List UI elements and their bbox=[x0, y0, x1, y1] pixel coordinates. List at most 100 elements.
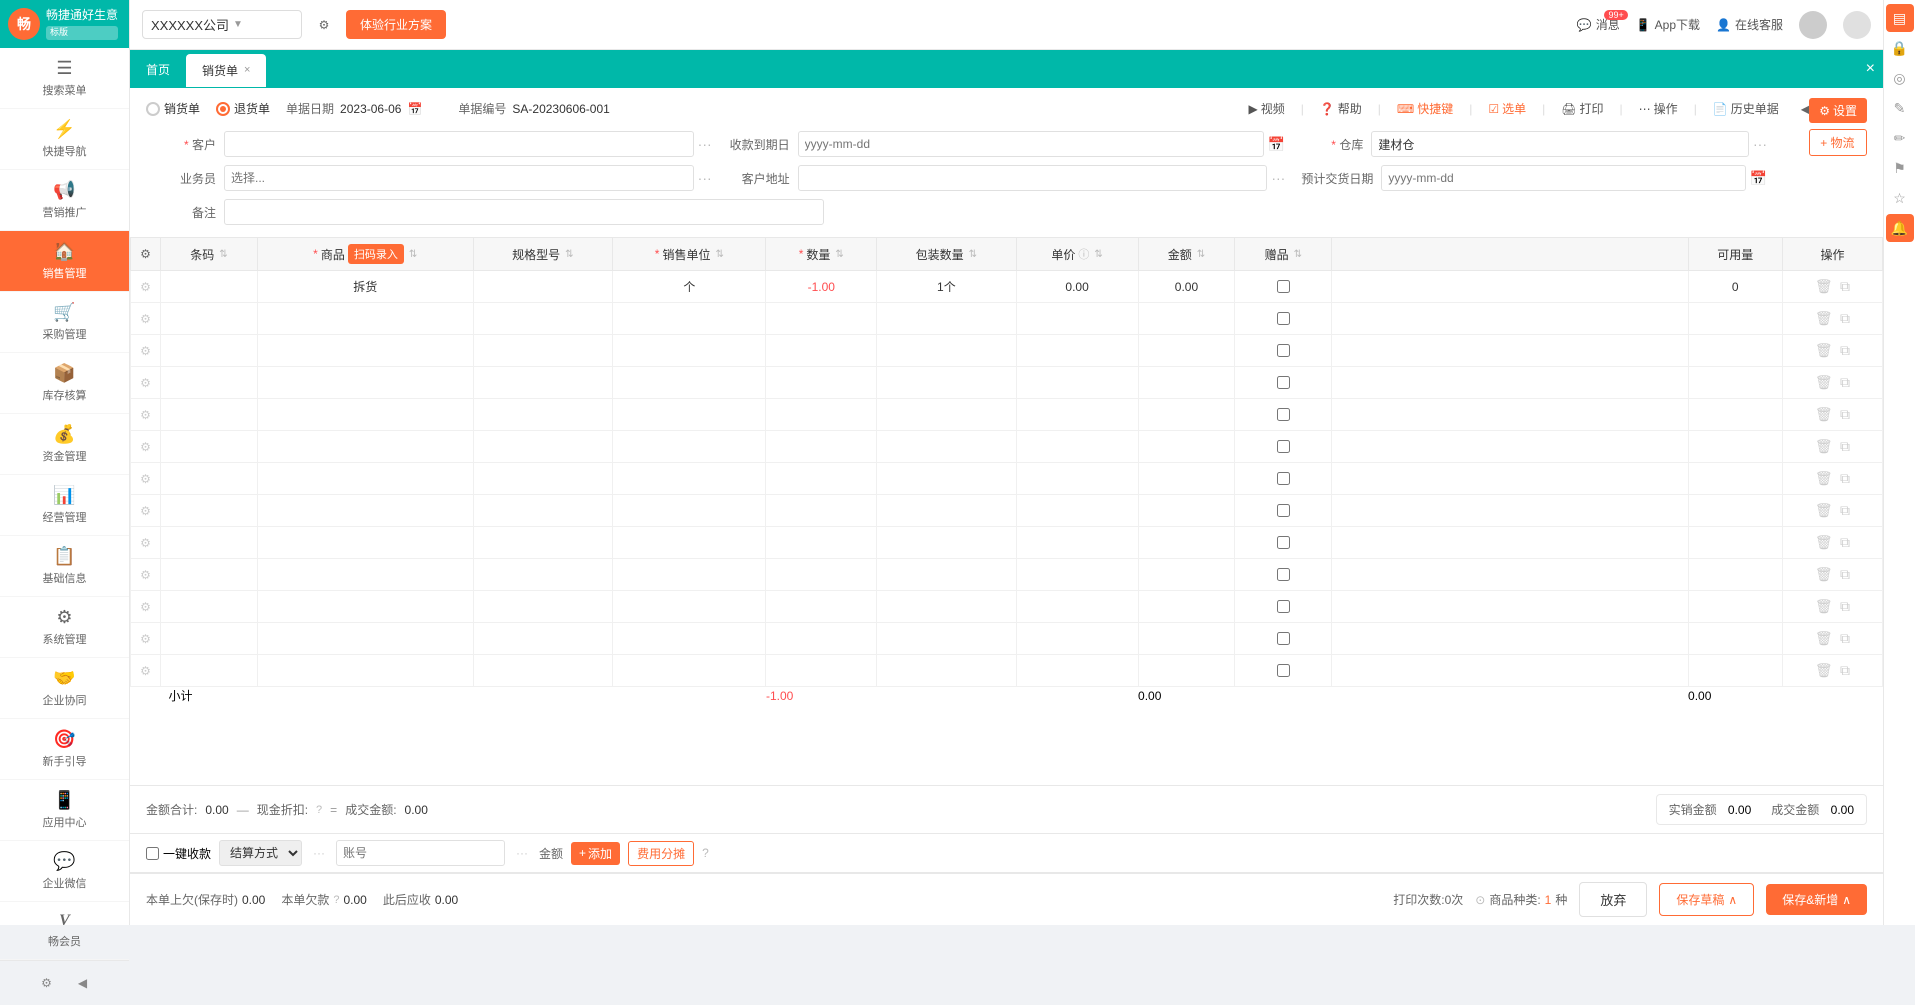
sidebar-settings-icon[interactable]: ⚙ bbox=[33, 969, 61, 997]
row-pack-qty[interactable] bbox=[877, 335, 1017, 367]
product-type-icon[interactable]: ⊙ bbox=[1475, 893, 1485, 907]
row-spec[interactable] bbox=[473, 527, 613, 559]
row-gift[interactable] bbox=[1235, 335, 1332, 367]
row-qty[interactable] bbox=[766, 527, 877, 559]
row-gift[interactable] bbox=[1235, 623, 1332, 655]
row-copy-icon[interactable]: ⧉ bbox=[1840, 438, 1850, 454]
row-unit[interactable] bbox=[613, 335, 766, 367]
row-copy-icon[interactable]: ⧉ bbox=[1840, 374, 1850, 390]
account-dots-icon[interactable]: ··· bbox=[513, 846, 531, 860]
row-gift[interactable] bbox=[1235, 399, 1332, 431]
account-input[interactable] bbox=[336, 840, 505, 866]
row-gift-checkbox[interactable] bbox=[1277, 504, 1290, 517]
payment-help-icon[interactable]: ? bbox=[702, 846, 709, 860]
add-payment-button[interactable]: + 添加 bbox=[571, 842, 620, 865]
row-product[interactable] bbox=[257, 527, 473, 559]
row-product[interactable] bbox=[257, 303, 473, 335]
radio-return[interactable]: 退货单 bbox=[216, 100, 270, 117]
row-settings-icon[interactable]: ⚙ bbox=[140, 312, 151, 326]
sidebar-item-quick-nav[interactable]: ⚡ 快捷导航 bbox=[0, 109, 129, 170]
row-barcode[interactable] bbox=[161, 623, 258, 655]
cash-discount-help-icon[interactable]: ? bbox=[316, 804, 322, 816]
row-spec[interactable] bbox=[473, 623, 613, 655]
row-pack-qty[interactable] bbox=[877, 495, 1017, 527]
row-gift[interactable] bbox=[1235, 655, 1332, 687]
row-unit-price[interactable] bbox=[1016, 655, 1138, 687]
row-product[interactable] bbox=[257, 559, 473, 591]
row-delete-icon[interactable]: 🗑 bbox=[1815, 278, 1833, 294]
row-settings-icon[interactable]: ⚙ bbox=[140, 344, 151, 358]
row-unit[interactable] bbox=[613, 399, 766, 431]
row-amount[interactable] bbox=[1138, 623, 1235, 655]
row-settings-icon[interactable]: ⚙ bbox=[140, 664, 151, 678]
right-panel-item-6[interactable]: ⚑ bbox=[1886, 154, 1914, 182]
row-gift[interactable] bbox=[1235, 303, 1332, 335]
tab-close-icon[interactable]: × bbox=[244, 64, 250, 76]
customer-addr-dots-icon[interactable]: ··· bbox=[1271, 170, 1285, 186]
sidebar-item-purchase[interactable]: 🛒 采购管理 bbox=[0, 292, 129, 353]
row-unit[interactable] bbox=[613, 655, 766, 687]
row-unit-price[interactable] bbox=[1016, 495, 1138, 527]
toolbar-select[interactable]: ☑ 选单 bbox=[1482, 98, 1532, 119]
row-gift-checkbox[interactable] bbox=[1277, 632, 1290, 645]
row-qty[interactable] bbox=[766, 303, 877, 335]
row-qty[interactable] bbox=[766, 655, 877, 687]
right-panel-item-7[interactable]: ☆ bbox=[1886, 184, 1914, 212]
app-download-button[interactable]: 📱 App下载 bbox=[1636, 16, 1700, 33]
tab-home[interactable]: 首页 bbox=[130, 53, 186, 86]
row-qty[interactable] bbox=[766, 431, 877, 463]
row-delete-icon[interactable]: 🗑 bbox=[1815, 534, 1833, 550]
right-panel-item-5[interactable]: ✏ bbox=[1886, 124, 1914, 152]
price-info-icon[interactable]: ⓘ bbox=[1078, 246, 1089, 262]
unit-sort-icon[interactable]: ⇅ bbox=[715, 249, 723, 260]
row-amount[interactable] bbox=[1138, 559, 1235, 591]
row-delete-icon[interactable]: 🗑 bbox=[1815, 598, 1833, 614]
expense-split-button[interactable]: 费用分摊 bbox=[628, 841, 694, 866]
row-gift-checkbox[interactable] bbox=[1277, 312, 1290, 325]
sidebar-item-app-center[interactable]: 📱 应用中心 bbox=[0, 780, 129, 841]
th-gear[interactable]: ⚙ bbox=[131, 238, 161, 271]
row-product[interactable] bbox=[257, 655, 473, 687]
row-unit[interactable]: 个 bbox=[613, 271, 766, 303]
row-gift-checkbox[interactable] bbox=[1277, 280, 1290, 293]
row-product[interactable] bbox=[257, 431, 473, 463]
customer-addr-input[interactable] bbox=[798, 165, 1268, 191]
row-gift[interactable] bbox=[1235, 495, 1332, 527]
sidebar-item-enterprise[interactable]: 🤝 企业协同 bbox=[0, 658, 129, 719]
online-service-button[interactable]: 👤 在线客服 bbox=[1716, 16, 1783, 33]
row-spec[interactable] bbox=[473, 271, 613, 303]
row-delete-icon[interactable]: 🗑 bbox=[1815, 374, 1833, 390]
row-unit[interactable] bbox=[613, 591, 766, 623]
row-delete-icon[interactable]: 🗑 bbox=[1815, 406, 1833, 422]
row-pack-qty[interactable] bbox=[877, 655, 1017, 687]
warehouse-input[interactable] bbox=[1371, 131, 1749, 157]
company-selector[interactable]: XXXXXX公司 ▼ bbox=[142, 10, 302, 39]
product-sort-icon[interactable]: ⇅ bbox=[409, 249, 417, 260]
row-settings-icon[interactable]: ⚙ bbox=[140, 504, 151, 518]
row-spec[interactable] bbox=[473, 591, 613, 623]
row-gift-checkbox[interactable] bbox=[1277, 472, 1290, 485]
row-amount[interactable] bbox=[1138, 367, 1235, 399]
row-product[interactable]: 拆货 bbox=[257, 271, 473, 303]
row-gift[interactable] bbox=[1235, 559, 1332, 591]
row-copy-icon[interactable]: ⧉ bbox=[1840, 342, 1850, 358]
row-unit-price[interactable] bbox=[1016, 623, 1138, 655]
avatar[interactable] bbox=[1799, 11, 1827, 39]
date-calendar-icon[interactable]: 📅 bbox=[407, 102, 422, 116]
sidebar-collapse-icon[interactable]: ◀ bbox=[69, 969, 97, 997]
row-barcode[interactable] bbox=[161, 559, 258, 591]
barcode-sort-icon[interactable]: ⇅ bbox=[219, 249, 227, 260]
row-pack-qty[interactable] bbox=[877, 559, 1017, 591]
row-product[interactable] bbox=[257, 399, 473, 431]
row-settings-icon[interactable]: ⚙ bbox=[140, 536, 151, 550]
right-panel-item-8[interactable]: 🔔 bbox=[1886, 214, 1914, 242]
right-panel-item-4[interactable]: ✎ bbox=[1886, 94, 1914, 122]
row-product[interactable] bbox=[257, 367, 473, 399]
row-gift-checkbox[interactable] bbox=[1277, 376, 1290, 389]
price-sort-icon[interactable]: ⇅ bbox=[1094, 249, 1102, 260]
tab-bar-close-icon[interactable]: × bbox=[1866, 60, 1875, 78]
row-gift[interactable] bbox=[1235, 463, 1332, 495]
row-qty[interactable] bbox=[766, 559, 877, 591]
row-gift-checkbox[interactable] bbox=[1277, 344, 1290, 357]
row-pack-qty[interactable] bbox=[877, 431, 1017, 463]
